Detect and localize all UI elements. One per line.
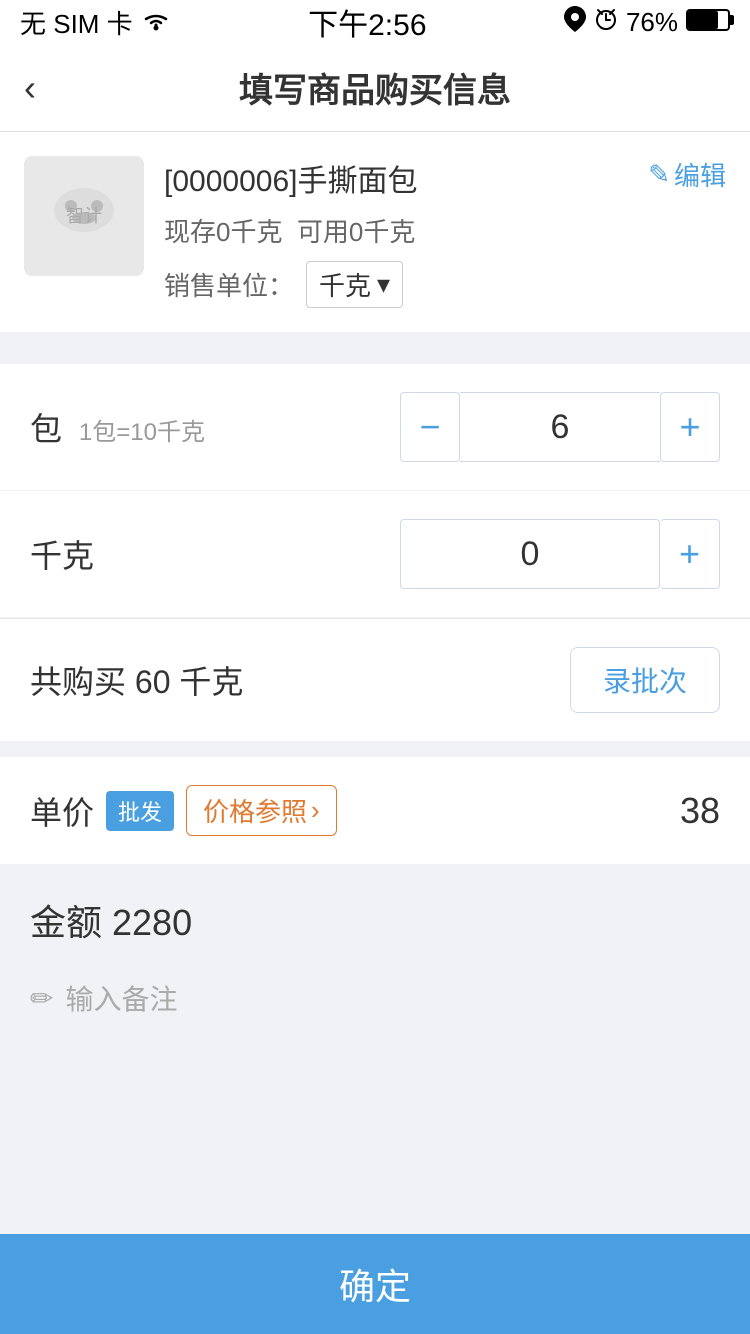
price-label-group: 单价 批发 价格参照 › [30,785,337,836]
edit-button[interactable]: ✎ 编辑 [648,156,726,193]
back-button[interactable]: ‹ [24,67,36,109]
product-unit-row: 销售单位： 千克 ▾ [164,261,726,308]
battery-icon [686,7,730,38]
product-image: 智计 [24,156,144,276]
package-quantity-input[interactable] [460,392,660,462]
price-type-badge: 批发 [106,791,174,831]
package-decrement-button[interactable]: − [400,392,460,462]
price-value: 38 [680,790,720,832]
location-icon [564,6,586,39]
nav-bar: ‹ 填写商品购买信息 [0,44,750,132]
wifi-icon [141,7,171,38]
divider-2 [0,741,750,757]
kg-label: 千克 [30,531,400,577]
kg-row: 千克 + [0,491,750,618]
svg-text:智计: 智计 [66,206,102,226]
product-info: [0000006]手撕面包 现存0千克 可用0千克 销售单位： 千克 ▾ [164,156,726,308]
confirm-button[interactable]: 确定 [0,1234,750,1334]
product-logo: 智计 [49,180,119,252]
unit-select[interactable]: 千克 ▾ [306,261,403,308]
total-section: 共购买 60 千克 录批次 [0,618,750,741]
pencil-icon: ✏ [30,982,53,1015]
alarm-icon [594,6,618,39]
status-bar: 无 SIM 卡 下午2:56 76 [0,0,750,44]
kg-quantity-input[interactable] [400,519,660,589]
total-label: 共购买 60 千克 [30,657,243,703]
price-ref-button[interactable]: 价格参照 › [186,785,337,836]
product-name: [0000006]手撕面包 [164,156,726,200]
amount-section: 金额 2280 ✏ 输入备注 [0,866,750,1034]
quantity-section: 包 1包=10千克 − + 千克 + 共购买 60 千克 录批次 [0,364,750,741]
battery-percent: 76% [626,7,678,38]
chevron-down-icon: ▾ [377,269,390,300]
time-label: 下午2:56 [308,0,426,44]
price-ref-label: 价格参照 [203,792,307,829]
kg-increment-button[interactable]: + [660,519,720,589]
amount-label: 金额 2280 [30,894,720,946]
page-title: 填写商品购买信息 [239,63,511,112]
note-placeholder: 输入备注 [65,978,177,1018]
divider-1 [0,348,750,364]
price-label: 单价 [30,788,94,834]
price-section: 单价 批发 价格参照 › 38 [0,757,750,864]
batch-button[interactable]: 录批次 [570,647,720,713]
product-section: 智计 [0000006]手撕面包 现存0千克 可用0千克 销售单位： 千克 ▾ … [0,132,750,332]
edit-icon: ✎ [648,159,670,190]
chevron-right-icon: › [311,795,320,826]
status-left: 无 SIM 卡 [20,4,171,41]
product-stock: 现存0千克 可用0千克 [164,212,726,249]
package-label: 包 1包=10千克 [30,404,400,450]
kg-quantity-control: + [400,519,720,589]
status-right: 76% [564,6,730,39]
note-row[interactable]: ✏ 输入备注 [30,962,720,1034]
package-row: 包 1包=10千克 − + [0,364,750,491]
unit-label: 销售单位： [164,266,294,303]
package-quantity-control: − + [400,392,720,462]
package-increment-button[interactable]: + [660,392,720,462]
carrier-label: 无 SIM 卡 [20,4,133,41]
